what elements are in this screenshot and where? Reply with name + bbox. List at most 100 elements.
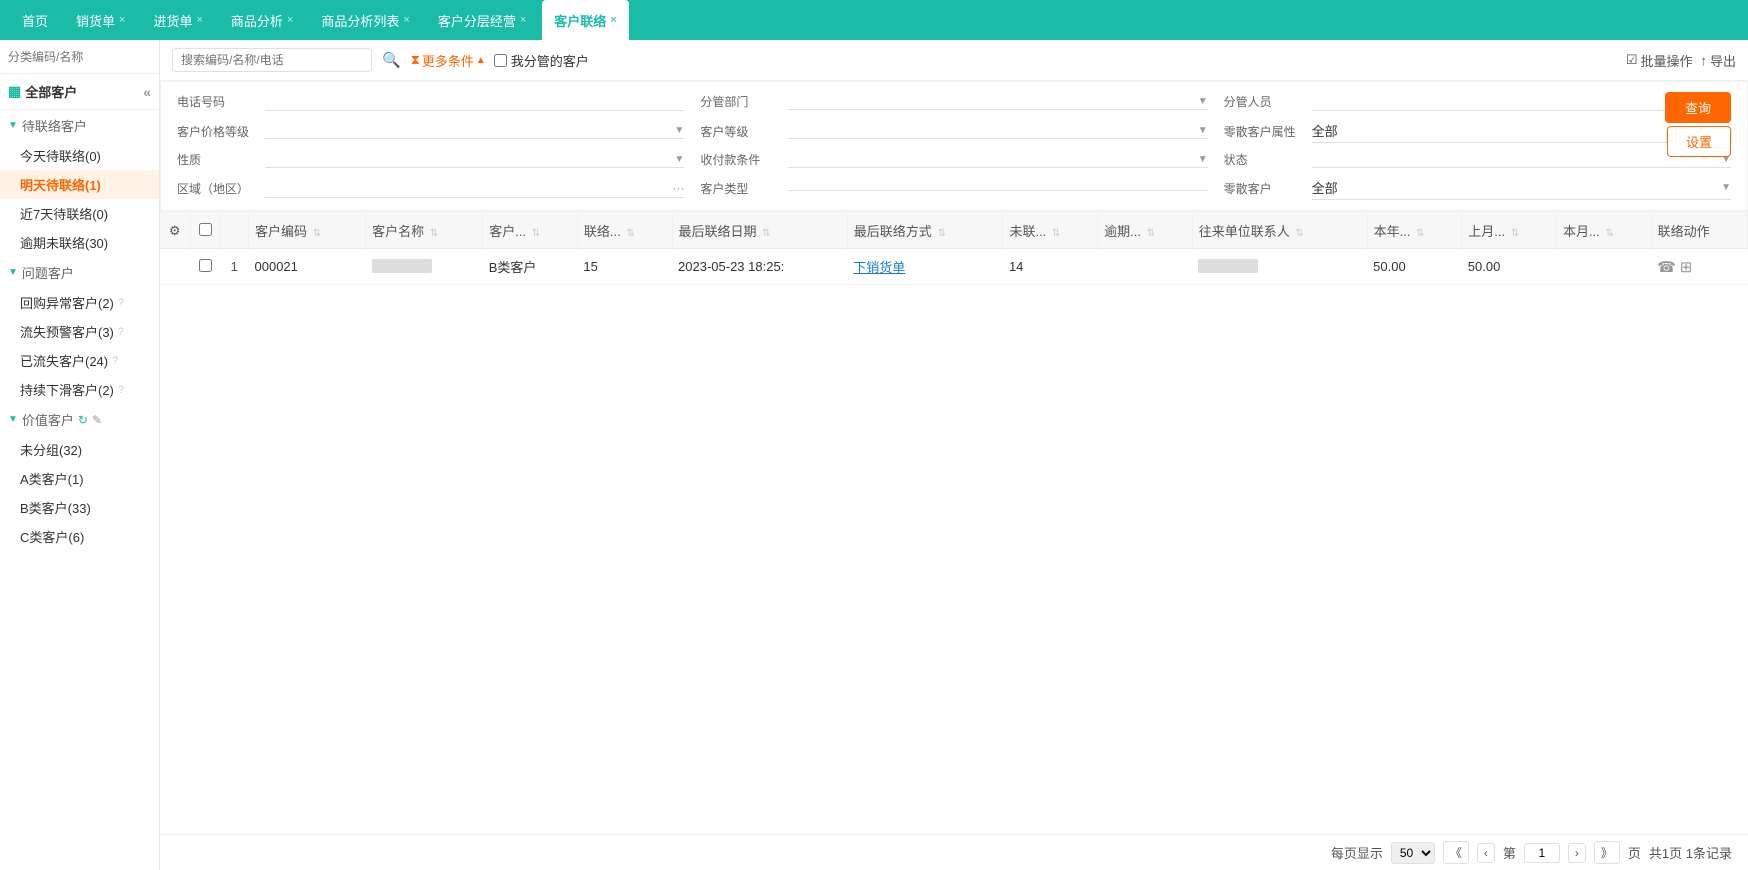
th-name[interactable]: 客户名称 ⇅ xyxy=(366,213,483,249)
sort-this-month-icon: ⇅ xyxy=(1605,228,1613,239)
sidebar-section-pending[interactable]: ▼ 待联络客户 xyxy=(0,110,159,141)
customer-type-select[interactable] xyxy=(788,186,1207,191)
sidebar-item-declining[interactable]: 持续下滑客户(2) ? xyxy=(0,375,159,404)
sidebar-item-churned[interactable]: 已流失客户(24) ? xyxy=(0,346,159,375)
row-last-contact-date: 2023-05-23 18:25: xyxy=(672,249,847,285)
retail-customer-select[interactable]: 全部 ▼ xyxy=(1312,176,1731,200)
blurred-unit xyxy=(1198,259,1258,273)
sort-type-icon: ⇅ xyxy=(532,228,540,239)
phone-action-icon[interactable]: ☎ xyxy=(1657,258,1676,276)
th-not-contacted[interactable]: 未联... ⇅ xyxy=(1003,213,1098,249)
row-number: 1 xyxy=(220,249,249,285)
row-last-contact-method[interactable]: 下销货单 xyxy=(847,249,1003,285)
nav-customer-contact-close[interactable]: × xyxy=(610,14,616,26)
th-customer-type[interactable]: 客户... ⇅ xyxy=(483,213,578,249)
content-area: 🔍 ⧗ 更多条件 ▲ 我分管的客户 ☑ 批量操作 ↑ 导出 xyxy=(160,40,1748,870)
sidebar-item-churn-warning[interactable]: 流失预警客户(3) ? xyxy=(0,317,159,346)
th-last-contact-date[interactable]: 最后联络日期 ⇅ xyxy=(672,213,847,249)
nav-sales[interactable]: 销货单 × xyxy=(64,0,137,40)
filter-row-nature: 性质 ▼ xyxy=(177,151,684,168)
area-select[interactable]: ··· xyxy=(265,179,684,198)
select-all-checkbox[interactable] xyxy=(199,223,212,236)
phone-input[interactable] xyxy=(265,92,684,111)
filter-icon: ⧗ xyxy=(411,52,420,68)
sidebar-item-a-customers[interactable]: A类客户(1) xyxy=(0,464,159,493)
more-conditions-button[interactable]: ⧗ 更多条件 ▲ xyxy=(411,51,486,70)
sort-name-icon: ⇅ xyxy=(430,228,438,239)
sort-method-icon: ⇅ xyxy=(937,228,945,239)
th-last-month[interactable]: 上月... ⇅ xyxy=(1462,213,1557,249)
per-page-label: 每页显示 xyxy=(1331,843,1383,862)
nav-goods-analysis-close[interactable]: × xyxy=(287,14,293,26)
th-overdue[interactable]: 逾期... ⇅ xyxy=(1098,213,1193,249)
first-page-button[interactable]: 《 xyxy=(1443,841,1469,864)
nav-home[interactable]: 首页 xyxy=(10,0,60,40)
prev-page-button[interactable]: ‹ xyxy=(1477,843,1495,863)
sidebar-item-c-customers[interactable]: C类客户(6) xyxy=(0,522,159,551)
price-level-select[interactable]: ▼ xyxy=(265,123,684,139)
nav-purchase[interactable]: 进货单 × xyxy=(141,0,214,40)
page-label: 第 xyxy=(1503,843,1516,862)
sidebar-item-overdue-contact[interactable]: 逾期未联络(30) xyxy=(0,228,159,257)
th-unit-contact[interactable]: 往来单位联系人 ⇅ xyxy=(1192,213,1367,249)
area-more-icon[interactable]: ··· xyxy=(672,181,684,195)
nav-purchase-close[interactable]: × xyxy=(196,14,202,26)
query-button[interactable]: 查询 xyxy=(1665,92,1731,123)
help-icon-churn: ? xyxy=(118,326,124,338)
th-this-year[interactable]: 本年... ⇅ xyxy=(1367,213,1462,249)
nav-goods-analysis[interactable]: 商品分析 × xyxy=(219,0,305,40)
sidebar-collapse-icon[interactable]: « xyxy=(143,84,151,100)
sidebar-item-ungrouped[interactable]: 未分组(32) xyxy=(0,435,159,464)
th-this-month[interactable]: 本月... ⇅ xyxy=(1556,213,1651,249)
export-icon: ↑ xyxy=(1700,53,1707,68)
nav-customer-contact[interactable]: 客户联络 × xyxy=(542,0,628,40)
nav-customer-tier[interactable]: 客户分层经营 × xyxy=(426,0,538,40)
sidebar-item-tomorrow-contact[interactable]: 明天待联络(1) xyxy=(0,170,159,199)
next-page-button[interactable]: › xyxy=(1568,843,1586,863)
batch-ops-button[interactable]: ☑ 批量操作 xyxy=(1626,51,1693,70)
row-overdue xyxy=(1098,249,1193,285)
filter-search-button[interactable]: 🔍 xyxy=(380,51,403,69)
sidebar-section-problem[interactable]: ▼ 问题客户 xyxy=(0,257,159,288)
last-page-button[interactable]: 》 xyxy=(1594,841,1620,864)
batch-ops-icon: ☑ xyxy=(1626,52,1638,68)
th-settings[interactable]: ⚙ xyxy=(160,213,190,249)
sidebar-search-input[interactable] xyxy=(8,50,160,64)
th-code[interactable]: 客户编码 ⇅ xyxy=(249,213,366,249)
value-edit-icon[interactable]: ✎ xyxy=(92,413,102,427)
sidebar-all-customers[interactable]: ▦ 全部客户 « xyxy=(0,74,159,110)
row-unit-contact xyxy=(1192,249,1367,285)
page-size-select[interactable]: 50 xyxy=(1391,842,1435,864)
reset-button[interactable]: 设置 xyxy=(1667,126,1731,157)
my-customers-checkbox[interactable] xyxy=(494,54,507,67)
row-checkbox[interactable] xyxy=(199,259,212,272)
more-action-icon[interactable]: ⊞ xyxy=(1680,258,1693,276)
row-contact-count: 15 xyxy=(577,249,672,285)
sidebar-section-value[interactable]: ▼ 价值客户 ↻ ✎ xyxy=(0,404,159,435)
my-customers-checkbox-label[interactable]: 我分管的客户 xyxy=(494,51,589,70)
filter-search-input[interactable] xyxy=(172,48,372,72)
row-name xyxy=(366,249,483,285)
sidebar-item-b-customers[interactable]: B类客户(33) xyxy=(0,493,159,522)
sort-overdue-icon: ⇅ xyxy=(1147,228,1155,239)
value-refresh-icon[interactable]: ↻ xyxy=(78,413,88,427)
nature-select[interactable]: ▼ xyxy=(265,152,684,168)
customer-level-select[interactable]: ▼ xyxy=(788,123,1207,139)
th-contact[interactable]: 联络... ⇅ xyxy=(577,213,672,249)
nav-sales-close[interactable]: × xyxy=(119,14,125,26)
filter-row-phone: 电话号码 xyxy=(177,92,684,111)
nav-goods-list[interactable]: 商品分析列表 × xyxy=(309,0,421,40)
sidebar-item-today-contact[interactable]: 今天待联络(0) xyxy=(0,141,159,170)
payment-arrow-icon: ▼ xyxy=(1198,154,1208,165)
dept-select[interactable]: ▼ xyxy=(788,94,1207,110)
sidebar-item-repurchase-abnormal[interactable]: 回购异常客户(2) ? xyxy=(0,288,159,317)
retail-customer-arrow-icon: ▼ xyxy=(1721,182,1731,193)
export-button[interactable]: ↑ 导出 xyxy=(1700,51,1736,70)
page-input[interactable] xyxy=(1524,843,1560,863)
sidebar-item-7day-contact[interactable]: 近7天待联络(0) xyxy=(0,199,159,228)
sort-unit-icon: ⇅ xyxy=(1295,228,1303,239)
th-last-contact-method[interactable]: 最后联络方式 ⇅ xyxy=(847,213,1003,249)
nav-goods-list-close[interactable]: × xyxy=(403,14,409,26)
nav-customer-tier-close[interactable]: × xyxy=(520,14,526,26)
payment-select[interactable]: ▼ xyxy=(788,152,1207,168)
